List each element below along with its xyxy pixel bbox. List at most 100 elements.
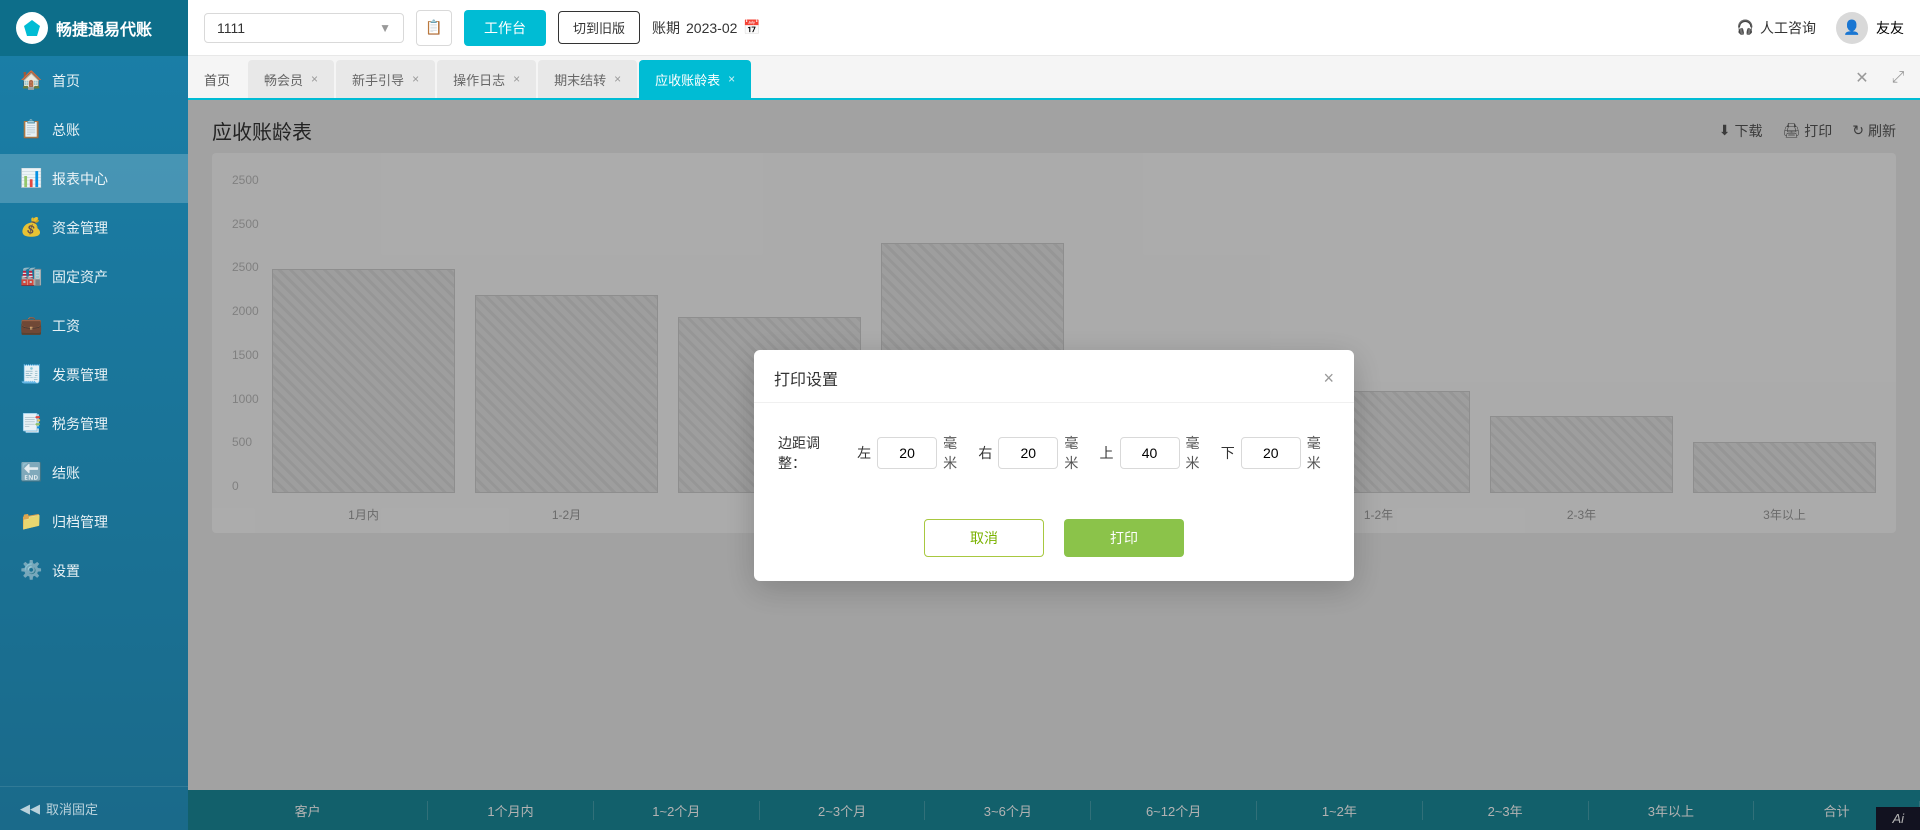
margin-top-input[interactable]: [1120, 437, 1180, 469]
close-accounts-icon: 🔚: [20, 462, 42, 483]
avatar: 👤: [1836, 12, 1868, 44]
margin-top-label: 上: [1100, 443, 1114, 463]
tab-period-close[interactable]: ×: [614, 72, 621, 86]
sidebar-item-archive[interactable]: 📁 归档管理: [0, 497, 188, 546]
margin-bottom-input[interactable]: [1241, 437, 1301, 469]
sidebar-item-reports[interactable]: 📊 报表中心: [0, 154, 188, 203]
tabs-bar: 首页 畅会员 × 新手引导 × 操作日志 × 期末结转 × 应收账龄表 × ✕ …: [188, 56, 1920, 100]
tab-guide-label: 新手引导: [352, 70, 404, 89]
sidebar-collapse-button[interactable]: ◀◀ 取消固定: [0, 786, 188, 830]
margin-right-label: 右: [978, 443, 992, 463]
calendar-icon-button[interactable]: 📋: [416, 10, 452, 46]
dialog-header: 打印设置 ×: [754, 350, 1354, 403]
user-name: 友友: [1876, 18, 1904, 38]
margin-right-input[interactable]: [998, 437, 1058, 469]
headset-icon: 🎧: [1737, 19, 1754, 36]
assets-icon: 🏭: [20, 266, 42, 287]
sidebar-item-salary[interactable]: 💼 工资: [0, 301, 188, 350]
ledger-icon: 📋: [20, 119, 42, 140]
sidebar-item-ledger[interactable]: 📋 总账: [0, 105, 188, 154]
salary-icon: 💼: [20, 315, 42, 336]
tax-icon: 📑: [20, 413, 42, 434]
sidebar-item-label: 工资: [52, 316, 80, 336]
sidebar-item-invoice[interactable]: 🧾 发票管理: [0, 350, 188, 399]
sidebar-item-label: 归档管理: [52, 512, 108, 532]
app-logo: 畅捷通易代账: [0, 0, 188, 56]
margin-left-input[interactable]: [877, 437, 937, 469]
content-area: 应收账龄表 ⬇ 下载 🖨 打印 ↻ 刷新 2500 2500: [188, 100, 1920, 830]
margin-left-unit: 毫米: [943, 433, 966, 473]
margin-left-label: 左: [857, 443, 871, 463]
period-value: 2023-02: [686, 20, 737, 36]
sidebar-item-close-accounts[interactable]: 🔚 结账: [0, 448, 188, 497]
sidebar-nav: 🏠 首页 📋 总账 📊 报表中心 💰 资金管理 🏭 固定资产 💼 工资 🧾 发票…: [0, 56, 188, 786]
tab-ar-aging[interactable]: 应收账龄表 ×: [639, 60, 751, 98]
period-label: 账期: [652, 18, 680, 38]
sidebar-item-label: 结账: [52, 463, 80, 483]
tab-guide[interactable]: 新手引导 ×: [336, 60, 435, 98]
tabs-close-all-button[interactable]: ✕: [1848, 64, 1876, 92]
dialog-title: 打印设置: [774, 366, 838, 390]
company-selector[interactable]: 1111 ▼: [204, 13, 404, 43]
margin-top-group: 上 毫米: [1100, 433, 1209, 473]
dialog-footer: 取消 打印: [754, 503, 1354, 581]
workspace-button[interactable]: 工作台: [464, 10, 546, 46]
avatar-icon: 👤: [1843, 19, 1860, 36]
consultant-label: 人工咨询: [1760, 18, 1816, 38]
tab-home[interactable]: 首页: [188, 60, 246, 98]
app-name: 畅捷通易代账: [56, 16, 152, 40]
dialog-overlay: 打印设置 × 边距调整： 左 毫米 右 毫米: [188, 100, 1920, 830]
tab-home-label: 首页: [204, 70, 230, 89]
sidebar-item-label: 报表中心: [52, 169, 108, 189]
calendar-period-icon: 📅: [743, 19, 760, 36]
sidebar-item-assets[interactable]: 🏭 固定资产: [0, 252, 188, 301]
margin-bottom-unit: 毫米: [1307, 433, 1330, 473]
margin-label: 边距调整：: [778, 433, 845, 473]
sidebar-item-funds[interactable]: 💰 资金管理: [0, 203, 188, 252]
sidebar: 畅捷通易代账 🏠 首页 📋 总账 📊 报表中心 💰 资金管理 🏭 固定资产 💼 …: [0, 0, 188, 830]
settings-icon: ⚙️: [20, 560, 42, 581]
tab-member[interactable]: 畅会员 ×: [248, 60, 334, 98]
calendar-icon: 📋: [425, 19, 442, 36]
tab-operations-log[interactable]: 操作日志 ×: [437, 60, 536, 98]
topbar: 1111 ▼ 📋 工作台 切到旧版 账期 2023-02 📅 🎧 人工咨询 👤 …: [188, 0, 1920, 56]
margin-top-unit: 毫米: [1186, 433, 1209, 473]
tab-ar-close[interactable]: ×: [728, 72, 735, 86]
archive-icon: 📁: [20, 511, 42, 532]
sidebar-item-home[interactable]: 🏠 首页: [0, 56, 188, 105]
tab-log-label: 操作日志: [453, 70, 505, 89]
tab-log-close[interactable]: ×: [513, 72, 520, 86]
logo-icon: [16, 12, 48, 44]
collapse-label: 取消固定: [46, 799, 98, 818]
sidebar-item-tax[interactable]: 📑 税务管理: [0, 399, 188, 448]
company-dropdown-arrow: ▼: [379, 21, 391, 35]
sidebar-item-settings[interactable]: ⚙️ 设置: [0, 546, 188, 595]
tab-period-carry-forward[interactable]: 期末结转 ×: [538, 60, 637, 98]
sidebar-item-label: 税务管理: [52, 414, 108, 434]
tab-guide-close[interactable]: ×: [412, 72, 419, 86]
tabs-right-buttons: ✕ ⤢: [1848, 64, 1920, 98]
print-confirm-button[interactable]: 打印: [1064, 519, 1184, 557]
funds-icon: 💰: [20, 217, 42, 238]
company-name: 1111: [217, 20, 371, 36]
home-icon: 🏠: [20, 70, 42, 91]
invoice-icon: 🧾: [20, 364, 42, 385]
cancel-button[interactable]: 取消: [924, 519, 1044, 557]
dialog-body: 边距调整： 左 毫米 右 毫米 上: [754, 403, 1354, 503]
sidebar-item-label: 发票管理: [52, 365, 108, 385]
margin-left-group: 左 毫米: [857, 433, 966, 473]
sidebar-item-label: 资金管理: [52, 218, 108, 238]
consultant-button[interactable]: 🎧 人工咨询: [1737, 18, 1816, 38]
switch-version-button[interactable]: 切到旧版: [558, 11, 640, 44]
tab-member-close[interactable]: ×: [311, 72, 318, 86]
sidebar-item-label: 固定资产: [52, 267, 108, 287]
tab-ar-label: 应收账龄表: [655, 70, 720, 89]
tab-period-label: 期末结转: [554, 70, 606, 89]
dialog-close-button[interactable]: ×: [1323, 369, 1334, 387]
period-info: 账期 2023-02 📅: [652, 18, 761, 38]
user-info[interactable]: 👤 友友: [1836, 12, 1904, 44]
tab-member-label: 畅会员: [264, 70, 303, 89]
tabs-expand-button[interactable]: ⤢: [1884, 64, 1912, 92]
sidebar-item-label: 设置: [52, 561, 80, 581]
margin-bottom-group: 下 毫米: [1221, 433, 1330, 473]
